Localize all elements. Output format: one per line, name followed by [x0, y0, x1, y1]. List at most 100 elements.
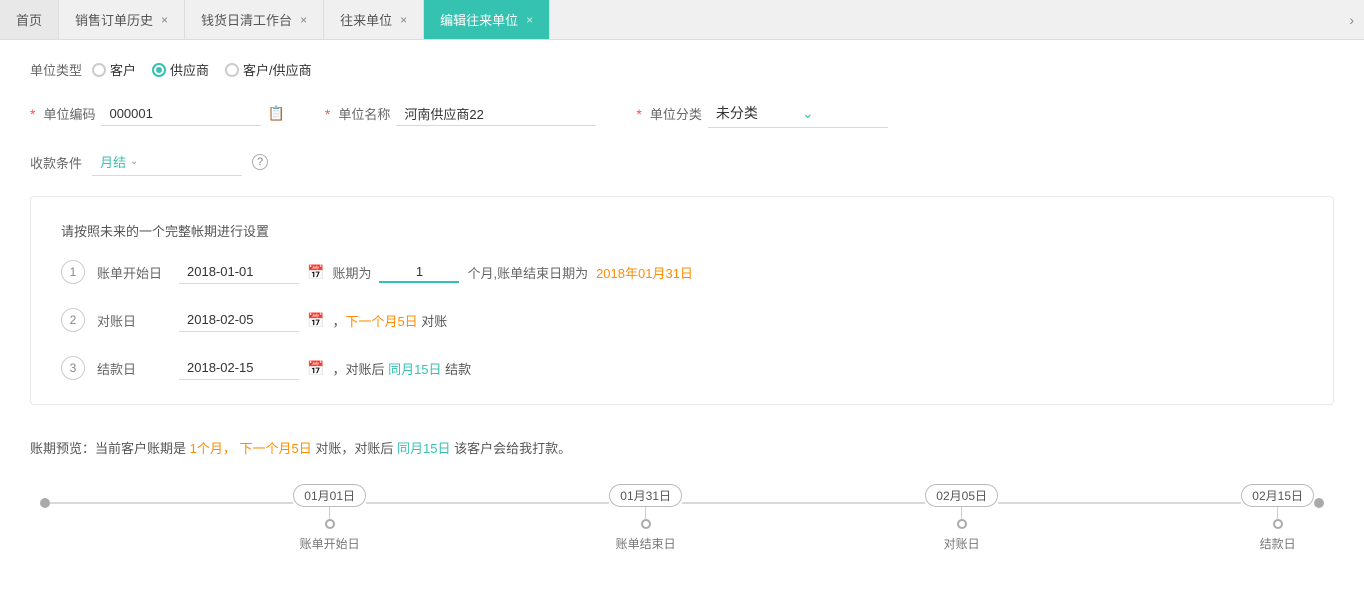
tab-partner-unit[interactable]: 往来单位 × — [324, 0, 424, 39]
step-3-content: 📅 ，对账后 同月15日 结款 — [179, 356, 1303, 380]
payment-terms-dropdown-arrow: ⌄ — [130, 156, 138, 167]
timeline-node-3: 02月05日 对账日 — [925, 484, 998, 552]
panel-title: 请按照未来的一个完整帐期进行设置 — [61, 221, 1303, 240]
step-1-period-label: 账期为 — [332, 263, 371, 282]
timeline-badge-1: 01月01日 — [293, 484, 366, 507]
step-1-date-input[interactable] — [179, 260, 299, 284]
timeline: 01月01日 账单开始日 01月31日 账单结束日 — [30, 484, 1334, 552]
tab-sales-order-history[interactable]: 销售订单历史 × — [59, 0, 185, 39]
timeline-label-2: 账单结束日 — [616, 535, 676, 552]
main-content: 单位类型 客户 供应商 客户/供应商 * 单位编码 📋 * 单位名称 — [0, 40, 1364, 608]
radio-supplier[interactable]: 供应商 — [152, 60, 209, 79]
step-2-date-input[interactable] — [179, 308, 299, 332]
step-3-calendar-icon[interactable]: 📅 — [307, 360, 324, 377]
unit-name-group: * 单位名称 — [325, 102, 596, 126]
radio-customer[interactable]: 客户 — [92, 60, 136, 79]
step-1-number: 1 — [61, 260, 85, 284]
timeline-segment-2: 01月31日 账单结束日 — [366, 484, 682, 552]
step-3-suffix-text: ，对账后 同月15日 结款 — [332, 359, 471, 378]
tab-bar: 首页 销售订单历史 × 钱货日清工作台 × 往来单位 × 编辑往来单位 × › — [0, 0, 1364, 40]
preview-area: 账期预览：当前客户账期是 1个月， 下一个月5日 对账，对账后 同月15日 该客… — [30, 421, 1334, 560]
timeline-badge-2: 01月31日 — [609, 484, 682, 507]
radio-customer-circle — [92, 63, 106, 77]
close-tab-partner-unit[interactable]: × — [400, 13, 407, 27]
timeline-end-circle — [1314, 498, 1324, 508]
step-2-calendar-icon[interactable]: 📅 — [307, 312, 324, 329]
payment-terms-select[interactable]: 月结 ⌄ — [92, 148, 242, 176]
timeline-start-circle — [40, 498, 50, 508]
timeline-node-4: 02月15日 结款日 — [1241, 484, 1314, 552]
step-1-label: 账单开始日 — [97, 263, 167, 282]
step-2-row: 2 对账日 📅 ，下一个月5日 对账 — [61, 308, 1303, 332]
timeline-badge-4: 02月15日 — [1241, 484, 1314, 507]
payment-terms-label: 收款条件 — [30, 153, 82, 172]
unit-code-star: * — [30, 106, 35, 122]
timeline-label-3: 对账日 — [944, 535, 980, 552]
close-tab-sales-order-history[interactable]: × — [161, 13, 168, 27]
timeline-segment-4: 02月15日 结款日 — [998, 484, 1314, 552]
unit-code-copy-icon[interactable]: 📋 — [267, 105, 284, 122]
tab-cash-work[interactable]: 钱货日清工作台 × — [185, 0, 324, 39]
timeline-line-1 — [50, 502, 293, 504]
step-1-period-end-date: 2018年01月31日 — [596, 263, 693, 282]
step-2-label: 对账日 — [97, 311, 167, 330]
unit-type-label: 单位类型 — [30, 60, 82, 79]
payment-terms-help-icon[interactable]: ? — [252, 154, 268, 170]
step-1-calendar-icon[interactable]: 📅 — [307, 264, 324, 281]
step-2-number: 2 — [61, 308, 85, 332]
timeline-segment-1: 01月01日 账单开始日 — [50, 484, 366, 552]
preview-period: 1个月， — [190, 441, 236, 456]
timeline-dot-3 — [957, 519, 967, 529]
unit-name-input[interactable] — [396, 102, 596, 126]
step-3-number: 3 — [61, 356, 85, 380]
unit-category-group: * 单位分类 未分类 ⌄ — [636, 99, 887, 128]
preview-reconcile-prefix: 下一个月5日 — [240, 441, 312, 456]
timeline-dot-4 — [1273, 519, 1283, 529]
unit-category-select[interactable]: 未分类 ⌄ — [708, 99, 888, 128]
timeline-badge-3: 02月05日 — [925, 484, 998, 507]
preview-payment: 同月15日 — [397, 441, 450, 456]
timeline-node-2: 01月31日 账单结束日 — [609, 484, 682, 552]
unit-code-input[interactable] — [101, 102, 261, 126]
radio-supplier-circle — [152, 63, 166, 77]
unit-type-row: 单位类型 客户 供应商 客户/供应商 — [30, 60, 1334, 79]
timeline-dot-1 — [325, 519, 335, 529]
step-1-row: 1 账单开始日 📅 账期为 个月,账单结束日期为 2018年01月31日 — [61, 260, 1303, 284]
timeline-line-4 — [998, 502, 1241, 504]
close-tab-cash-work[interactable]: × — [300, 13, 307, 27]
timeline-start-dot — [40, 498, 50, 508]
step-2-content: 📅 ，下一个月5日 对账 — [179, 308, 1303, 332]
preview-text: 账期预览：当前客户账期是 1个月， 下一个月5日 对账，对账后 同月15日 该客… — [30, 437, 1334, 460]
radio-both-circle — [225, 63, 239, 77]
timeline-line-2 — [366, 502, 609, 504]
tab-more-button[interactable]: › — [1339, 0, 1364, 39]
timeline-node-1: 01月01日 账单开始日 — [293, 484, 366, 552]
unit-category-label: 单位分类 — [650, 104, 702, 123]
unit-code-label: 单位编码 — [43, 104, 95, 123]
tab-edit-partner[interactable]: 编辑往来单位 × — [424, 0, 550, 39]
step-3-row: 3 结款日 📅 ，对账后 同月15日 结款 — [61, 356, 1303, 380]
step-1-period-input[interactable] — [379, 262, 459, 283]
step-1-period-unit: 个月,账单结束日期为 — [467, 263, 588, 282]
step-3-date-input[interactable] — [179, 356, 299, 380]
unit-code-group: * 单位编码 📋 — [30, 102, 285, 126]
tab-home[interactable]: 首页 — [0, 0, 59, 39]
timeline-label-1: 账单开始日 — [300, 535, 360, 552]
step-1-content: 📅 账期为 个月,账单结束日期为 2018年01月31日 — [179, 260, 1303, 284]
close-tab-edit-partner[interactable]: × — [526, 13, 533, 27]
step-3-label: 结款日 — [97, 359, 167, 378]
unit-name-star: * — [325, 106, 330, 122]
unit-category-dropdown-icon[interactable]: ⌄ — [802, 105, 814, 122]
timeline-line-3 — [682, 502, 925, 504]
unit-type-radio-group: 客户 供应商 客户/供应商 — [92, 60, 312, 79]
unit-category-star: * — [636, 106, 641, 122]
timeline-segment-3: 02月05日 对账日 — [682, 484, 998, 552]
payment-terms-row: 收款条件 月结 ⌄ ? — [30, 148, 1334, 176]
timeline-dot-2 — [641, 519, 651, 529]
radio-both[interactable]: 客户/供应商 — [225, 60, 312, 79]
unit-name-label: 单位名称 — [338, 104, 390, 123]
timeline-end-dot — [1314, 498, 1324, 508]
period-settings-panel: 请按照未来的一个完整帐期进行设置 1 账单开始日 📅 账期为 个月,账单结束日期… — [30, 196, 1334, 405]
unit-info-row: * 单位编码 📋 * 单位名称 * 单位分类 未分类 ⌄ — [30, 99, 1334, 128]
step-2-suffix-text: ，下一个月5日 对账 — [332, 311, 447, 330]
